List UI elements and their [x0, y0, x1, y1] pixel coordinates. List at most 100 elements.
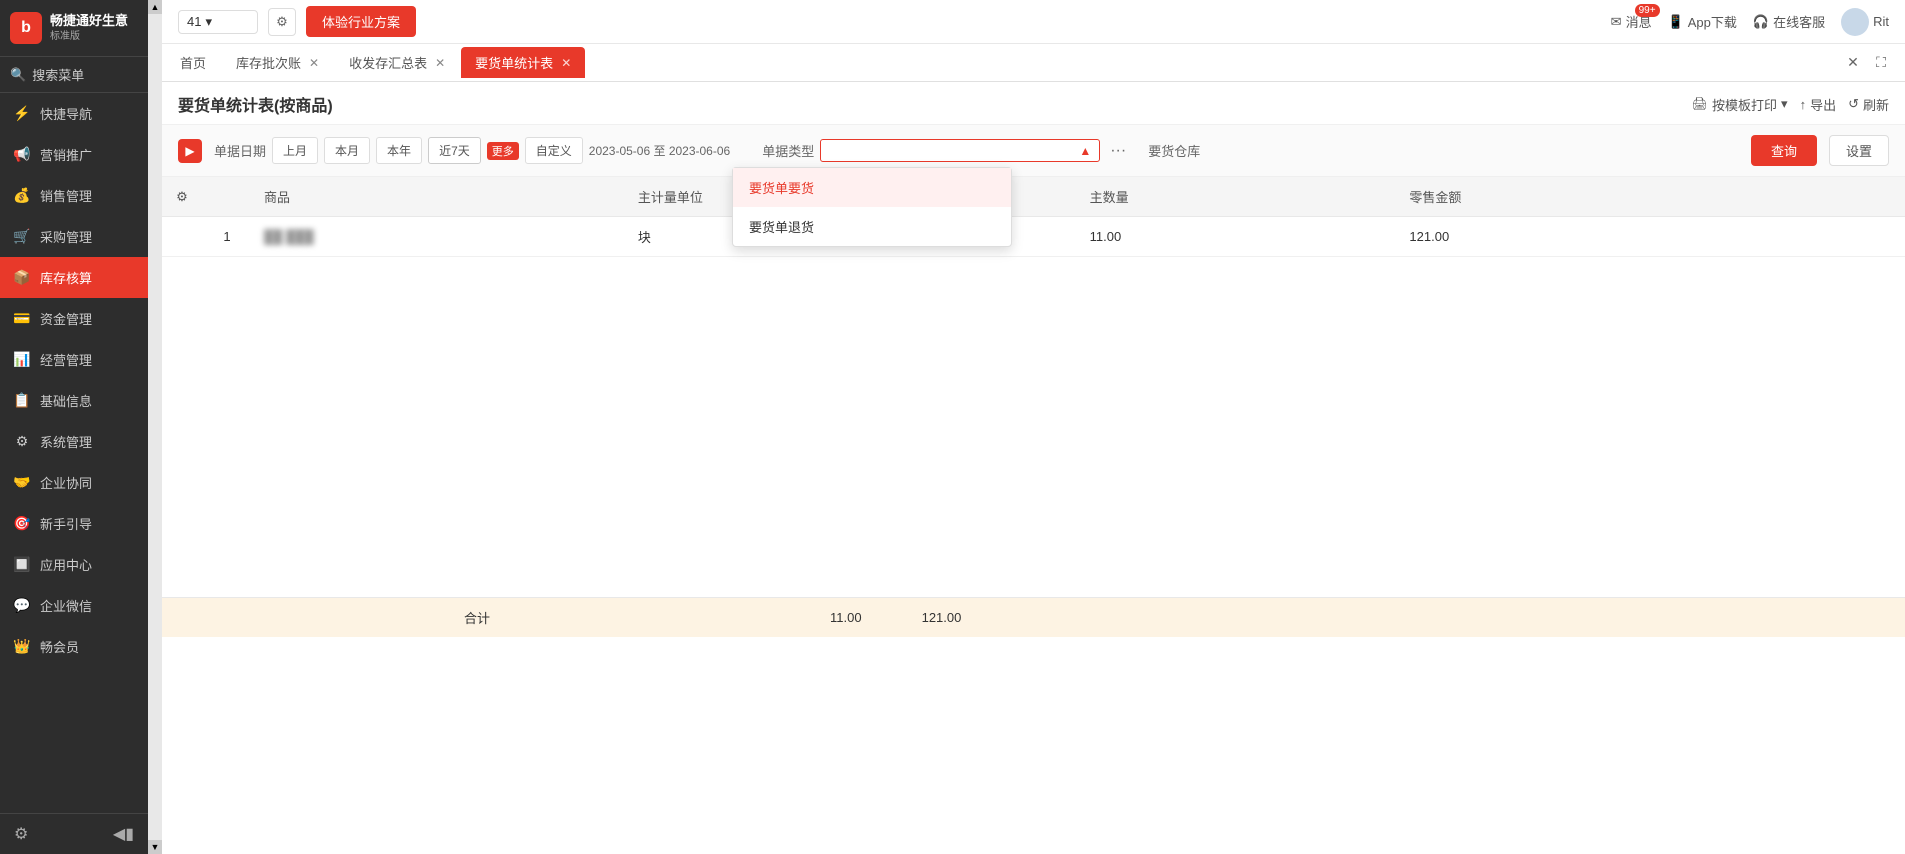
date-this-month-btn[interactable]: 本月: [324, 137, 370, 164]
col-retail-amt-header: 零售金额: [1397, 177, 1783, 217]
sidebar-item-finance[interactable]: 💳 资金管理: [0, 298, 148, 339]
sidebar-item-purchase[interactable]: 🛒 采购管理: [0, 216, 148, 257]
table-container: ⚙ 商品 主计量单位 主数量 零售金额 1 ██ ███: [162, 177, 1905, 257]
tab-selector[interactable]: 41 ▾: [178, 10, 258, 34]
table-row: 1 ██ ███ 块 11.00 121.00: [162, 217, 1905, 257]
data-table: ⚙ 商品 主计量单位 主数量 零售金额 1 ██ ███: [162, 177, 1905, 257]
tab-receivable-summary[interactable]: 收发存汇总表 ✕: [335, 47, 459, 78]
warehouse-filter-group: 要货仓库: [1148, 141, 1200, 160]
header-left: 41 ▾ ⚙ 体验行业方案: [178, 6, 416, 37]
bill-type-input[interactable]: [829, 143, 1079, 158]
trial-btn[interactable]: 体验行业方案: [306, 6, 416, 37]
filter-expand-btn[interactable]: ▶: [178, 139, 202, 163]
sidebar-item-enterprise[interactable]: 🤝 企业协同: [0, 462, 148, 503]
sales-icon: 💰: [12, 187, 32, 204]
page-actions: 🖨 按模板打印 ▾ ↑ 导出 ↺ 刷新: [1692, 95, 1890, 114]
sidebar-item-sales[interactable]: 💰 销售管理: [0, 175, 148, 216]
page-header: 要货单统计表(按商品) 🖨 按模板打印 ▾ ↑ 导出 ↺ 刷新: [162, 82, 1905, 125]
header-right: ✉ 消息 99+ 📱 App下载 🎧 在线客服 Rit: [1611, 8, 1889, 36]
settings-btn[interactable]: 设置: [1829, 135, 1889, 166]
tab-bar: 首页 库存批次账 ✕ 收发存汇总表 ✕ 要货单统计表 ✕ ✕ ⛶: [162, 44, 1905, 82]
page-title: 要货单统计表(按商品): [178, 92, 333, 116]
table-head: ⚙ 商品 主计量单位 主数量 零售金额: [162, 177, 1905, 217]
row-extra: [1783, 217, 1905, 257]
dropdown-item-return-order[interactable]: 要货单退货: [733, 207, 1011, 246]
col-product-header: 商品: [252, 177, 626, 217]
date-custom-btn[interactable]: 自定义: [525, 137, 583, 164]
sidebar-item-quick-nav[interactable]: ⚡ 快捷导航: [0, 93, 148, 134]
tab-expand-icon[interactable]: ⛶: [1869, 51, 1893, 75]
sidebar-item-vip[interactable]: 👑 畅会员: [0, 626, 148, 667]
print-template-btn[interactable]: 🖨 按模板打印 ▾: [1692, 95, 1788, 114]
row-settings: [162, 217, 202, 257]
table-empty-space: [162, 257, 1905, 597]
search-icon: 🔍: [10, 67, 26, 83]
table-body: 1 ██ ███ 块 11.00 121.00: [162, 217, 1905, 257]
sidebar-item-wechat[interactable]: 💬 企业微信: [0, 585, 148, 626]
sidebar-scrollbar[interactable]: ▲ ▼: [148, 0, 162, 854]
row-retail-amt: 121.00: [1397, 217, 1783, 257]
col-settings-header[interactable]: ⚙: [162, 177, 202, 217]
row-seq: 1: [202, 217, 252, 257]
bill-type-chevron-icon[interactable]: ▲: [1079, 144, 1091, 158]
app-download-btn[interactable]: 📱 App下载: [1668, 12, 1737, 31]
tab-close-all-icon[interactable]: ✕: [1841, 51, 1865, 75]
sidebar-logo: b 畅捷通好生意 标准版: [0, 0, 148, 57]
main-area: 41 ▾ ⚙ 体验行业方案 ✉ 消息 99+ 📱 App下载 🎧 在线客服: [162, 0, 1905, 854]
date-last-7-btn[interactable]: 近7天: [428, 137, 481, 164]
chevron-down-small-icon: ▾: [1781, 96, 1788, 112]
user-avatar-area[interactable]: Rit: [1841, 8, 1889, 36]
settings-footer-icon[interactable]: ⚙: [14, 824, 28, 844]
sidebar-item-guide[interactable]: 🎯 新手引导: [0, 503, 148, 544]
bill-type-more-btn[interactable]: ···: [1110, 142, 1126, 160]
quick-nav-icon: ⚡: [12, 105, 32, 122]
refresh-btn[interactable]: ↺ 刷新: [1848, 95, 1889, 114]
bill-type-filter-group: 单据类型 ▲ ···: [762, 139, 1126, 162]
scroll-down-btn[interactable]: ▼: [148, 840, 162, 854]
date-more-badge[interactable]: 更多: [487, 142, 519, 160]
wechat-icon: 💬: [12, 597, 32, 614]
tab-close-batch[interactable]: ✕: [309, 56, 319, 70]
enterprise-icon: 🤝: [12, 474, 32, 491]
online-service-btn[interactable]: 🎧 在线客服: [1753, 12, 1825, 31]
sidebar-item-marketing[interactable]: 📢 营销推广: [0, 134, 148, 175]
sidebar-nav: ⚡ 快捷导航 📢 营销推广 💰 销售管理 🛒 采购管理 📦 库存核算 💳 资金管…: [0, 93, 148, 813]
bill-type-input-box[interactable]: ▲: [820, 139, 1100, 162]
col-seq-header: [202, 177, 252, 217]
gear-btn[interactable]: ⚙: [268, 8, 296, 36]
sidebar-item-system[interactable]: ⚙ 系统管理: [0, 421, 148, 462]
tab-request-stats[interactable]: 要货单统计表 ✕: [461, 47, 585, 78]
sidebar-item-operations[interactable]: 📊 经营管理: [0, 339, 148, 380]
system-icon: ⚙: [12, 433, 32, 450]
top-header: 41 ▾ ⚙ 体验行业方案 ✉ 消息 99+ 📱 App下载 🎧 在线客服: [162, 0, 1905, 44]
sidebar-item-inventory[interactable]: 📦 库存核算: [0, 257, 148, 298]
export-btn[interactable]: ↑ 导出: [1800, 95, 1837, 114]
refresh-icon: ↺: [1848, 96, 1859, 112]
sidebar-footer: ⚙ ◀▮: [0, 813, 148, 854]
user-avatar: [1841, 8, 1869, 36]
tab-close-receivable[interactable]: ✕: [435, 56, 445, 70]
export-icon: ↑: [1800, 97, 1807, 112]
sidebar-item-app-center[interactable]: 🔲 应用中心: [0, 544, 148, 585]
query-btn[interactable]: 查询: [1751, 135, 1817, 166]
row-main-qty: 11.00: [1078, 217, 1398, 257]
sidebar-search[interactable]: 🔍 搜索菜单: [0, 57, 148, 93]
tab-home[interactable]: 首页: [166, 47, 220, 78]
sidebar-item-basic-info[interactable]: 📋 基础信息: [0, 380, 148, 421]
tab-batch-account[interactable]: 库存批次账 ✕: [222, 47, 333, 78]
bill-type-dropdown: 要货单要货 要货单退货: [732, 167, 1012, 247]
tab-close-request[interactable]: ✕: [561, 56, 571, 70]
dropdown-item-request-order[interactable]: 要货单要货: [733, 168, 1011, 207]
date-last-month-btn[interactable]: 上月: [272, 137, 318, 164]
chevron-down-icon: ▾: [205, 14, 212, 30]
date-this-year-btn[interactable]: 本年: [376, 137, 422, 164]
app-center-icon: 🔲: [12, 556, 32, 573]
message-icon: ✉: [1611, 14, 1622, 30]
vip-icon: 👑: [12, 638, 32, 655]
scroll-up-btn[interactable]: ▲: [148, 0, 162, 14]
messages-btn[interactable]: ✉ 消息 99+: [1611, 12, 1652, 31]
guide-icon: 🎯: [12, 515, 32, 532]
logo-icon: b: [10, 12, 42, 44]
inventory-icon: 📦: [12, 269, 32, 286]
collapse-icon[interactable]: ◀▮: [113, 824, 134, 844]
